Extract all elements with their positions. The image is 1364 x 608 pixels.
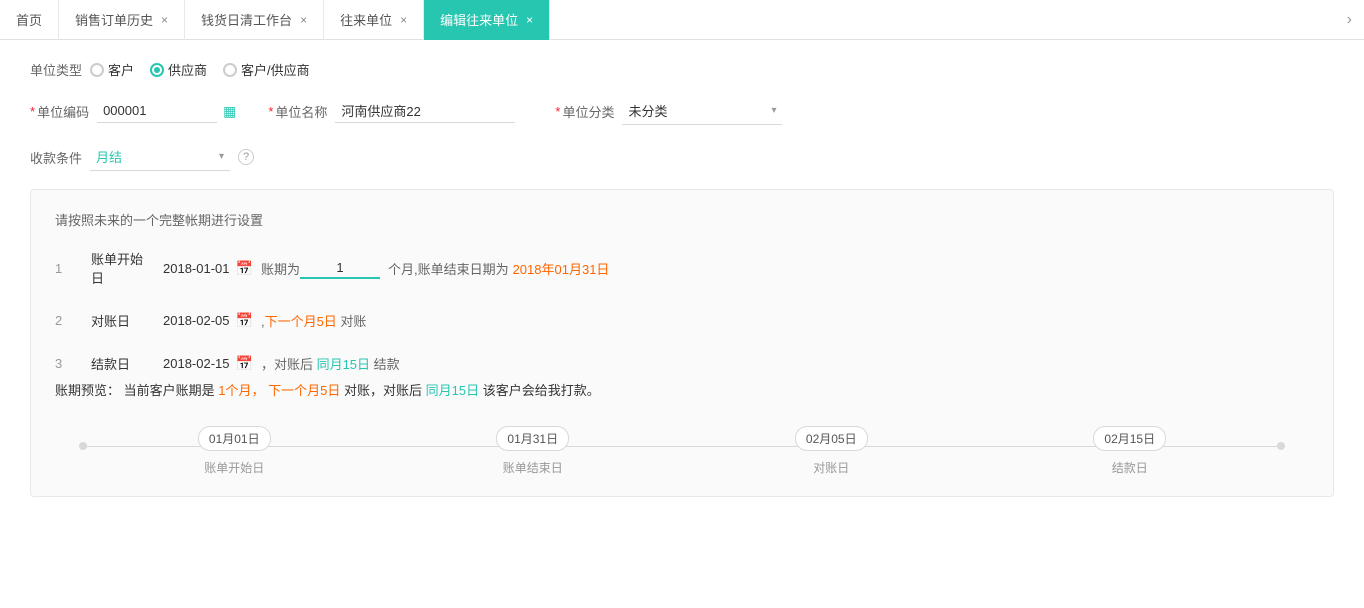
- classify-required: *: [555, 104, 560, 119]
- unit-classify-value: 未分类: [628, 101, 667, 120]
- timeline-points: 01月01日 账单开始日 01月31日 账单结束日 02月05日 对账日 02月…: [85, 426, 1279, 476]
- period-num-2: 2: [55, 313, 75, 328]
- radio-both-label: 客户/供应商: [241, 60, 310, 79]
- period-row-1: 1 账单开始日 2018-01-01 📅 账期为 个月,账单结束日期为 2018…: [55, 249, 1309, 287]
- preview-text: 账期预览： 当前客户账期是 1个月， 下一个月5日 对账，对账后 同月15日 该…: [55, 381, 1309, 402]
- tl-label-1: 账单开始日: [204, 459, 264, 476]
- radio-both[interactable]: 客户/供应商: [223, 60, 310, 79]
- period-payment-label: 结款日: [91, 354, 151, 373]
- tab-partner[interactable]: 往来单位 ×: [324, 0, 424, 40]
- unit-name-label: 单位名称: [275, 102, 327, 121]
- unit-code-label: 单位编码: [37, 102, 89, 121]
- close-partner[interactable]: ×: [400, 13, 407, 27]
- tl-label-4: 结款日: [1112, 459, 1148, 476]
- period-card: 请按照未来的一个完整帐期进行设置 1 账单开始日 2018-01-01 📅 账期…: [30, 189, 1334, 497]
- period-num-1: 1: [55, 261, 75, 276]
- period-start-label: 账单开始日: [91, 249, 151, 287]
- period-reconcile-cal-icon[interactable]: 📅: [236, 312, 253, 329]
- period-row-3: 3 结款日 2018-02-15 📅 ，对账后 同月15日 结款: [55, 354, 1309, 373]
- months-input[interactable]: [300, 258, 380, 279]
- unit-name-input[interactable]: [335, 99, 515, 123]
- timeline-container: 01月01日 账单开始日 01月31日 账单结束日 02月05日 对账日 02月…: [55, 426, 1309, 476]
- preview-text-3: 对账，对账后: [344, 383, 426, 398]
- payment-help-icon[interactable]: ?: [238, 149, 254, 165]
- period-start-suffix-before: 账期为: [261, 259, 300, 278]
- payment-select[interactable]: 月结 ▾: [90, 143, 230, 171]
- tl-badge-1: 01月01日: [198, 426, 271, 451]
- tab-bar: 首页 销售订单历史 × 钱货日清工作台 × 往来单位 × 编辑往来单位 × ›: [0, 0, 1364, 40]
- unit-code-input[interactable]: [97, 99, 217, 123]
- tl-badge-4: 02月15日: [1093, 426, 1166, 451]
- tl-point-2: 01月31日 账单结束日: [384, 426, 683, 476]
- tl-badge-3: 02月05日: [795, 426, 868, 451]
- period-row-2: 2 对账日 2018-02-05 📅 ,下一个月5日 对账: [55, 311, 1309, 330]
- period-start-suffix-after: 个月,账单结束日期为: [388, 259, 509, 278]
- unit-classify-select[interactable]: 未分类 ▾: [622, 97, 782, 125]
- close-cash-work[interactable]: ×: [300, 13, 307, 27]
- tl-point-1: 01月01日 账单开始日: [85, 426, 384, 476]
- tab-more-button[interactable]: ›: [1335, 11, 1364, 29]
- tab-edit-partner[interactable]: 编辑往来单位 ×: [424, 0, 550, 40]
- period-reconcile-label: 对账日: [91, 311, 151, 330]
- unit-code-icon[interactable]: ▦: [223, 103, 236, 120]
- preview-text-1: 当前客户账期是: [124, 383, 215, 398]
- unit-type-radio-group: 客户 供应商 客户/供应商: [90, 60, 310, 79]
- radio-customer-circle: [90, 63, 104, 77]
- preview-highlight2: 同月15日: [426, 383, 479, 398]
- radio-supplier[interactable]: 供应商: [150, 60, 207, 79]
- preview-text-4: 该客户会给我打款。: [483, 383, 600, 398]
- period-end-date-highlight: 2018年01月31日: [513, 259, 610, 278]
- name-required: *: [268, 104, 273, 119]
- code-required: *: [30, 104, 35, 119]
- period-num-3: 3: [55, 356, 75, 371]
- period-payment-cal-icon[interactable]: 📅: [236, 355, 253, 372]
- period-payment-date: 2018-02-15: [163, 356, 230, 371]
- payment-row: 收款条件 月结 ▾ ?: [30, 143, 1334, 171]
- radio-customer-label: 客户: [108, 60, 134, 79]
- close-edit-partner[interactable]: ×: [526, 13, 533, 27]
- close-sales-history[interactable]: ×: [161, 13, 168, 27]
- radio-both-circle: [223, 63, 237, 77]
- radio-customer[interactable]: 客户: [90, 60, 134, 79]
- tab-cash-work[interactable]: 钱货日清工作台 ×: [185, 0, 324, 40]
- tl-point-4: 02月15日 结款日: [981, 426, 1280, 476]
- code-name-classify-row: * 单位编码 ▦ * 单位名称 * 单位分类 未分类 ▾: [30, 97, 1334, 125]
- preview-highlight1: 1个月，: [218, 383, 264, 398]
- preview-text-2: 下一个月5日: [268, 383, 340, 398]
- period-payment-suffix: ，对账后 同月15日 结款: [261, 354, 400, 373]
- tab-home[interactable]: 首页: [0, 0, 59, 40]
- main-content: 单位类型 客户 供应商 客户/供应商 * 单位编码 ▦ * 单位名称 * 单位分…: [0, 40, 1364, 608]
- payment-value: 月结: [96, 147, 215, 166]
- unit-type-label: 单位类型: [30, 60, 82, 79]
- unit-type-row: 单位类型 客户 供应商 客户/供应商: [30, 60, 1334, 79]
- payment-chevron-icon: ▾: [219, 151, 224, 162]
- tl-point-3: 02月05日 对账日: [682, 426, 981, 476]
- payment-label: 收款条件: [30, 148, 82, 167]
- tl-badge-2: 01月31日: [496, 426, 569, 451]
- preview-label: 账期预览：: [55, 383, 120, 398]
- radio-supplier-circle: [150, 63, 164, 77]
- card-instruction: 请按照未来的一个完整帐期进行设置: [55, 210, 1309, 229]
- tl-label-2: 账单结束日: [503, 459, 563, 476]
- classify-chevron-icon: ▾: [771, 105, 776, 116]
- period-reconcile-date: 2018-02-05: [163, 313, 230, 328]
- period-start-date: 2018-01-01: [163, 261, 230, 276]
- period-reconcile-suffix: ,下一个月5日 对账: [261, 311, 366, 330]
- tl-label-3: 对账日: [813, 459, 849, 476]
- period-start-cal-icon[interactable]: 📅: [236, 260, 253, 277]
- tab-sales-history[interactable]: 销售订单历史 ×: [59, 0, 185, 40]
- radio-supplier-label: 供应商: [168, 60, 207, 79]
- unit-classify-label: 单位分类: [562, 102, 614, 121]
